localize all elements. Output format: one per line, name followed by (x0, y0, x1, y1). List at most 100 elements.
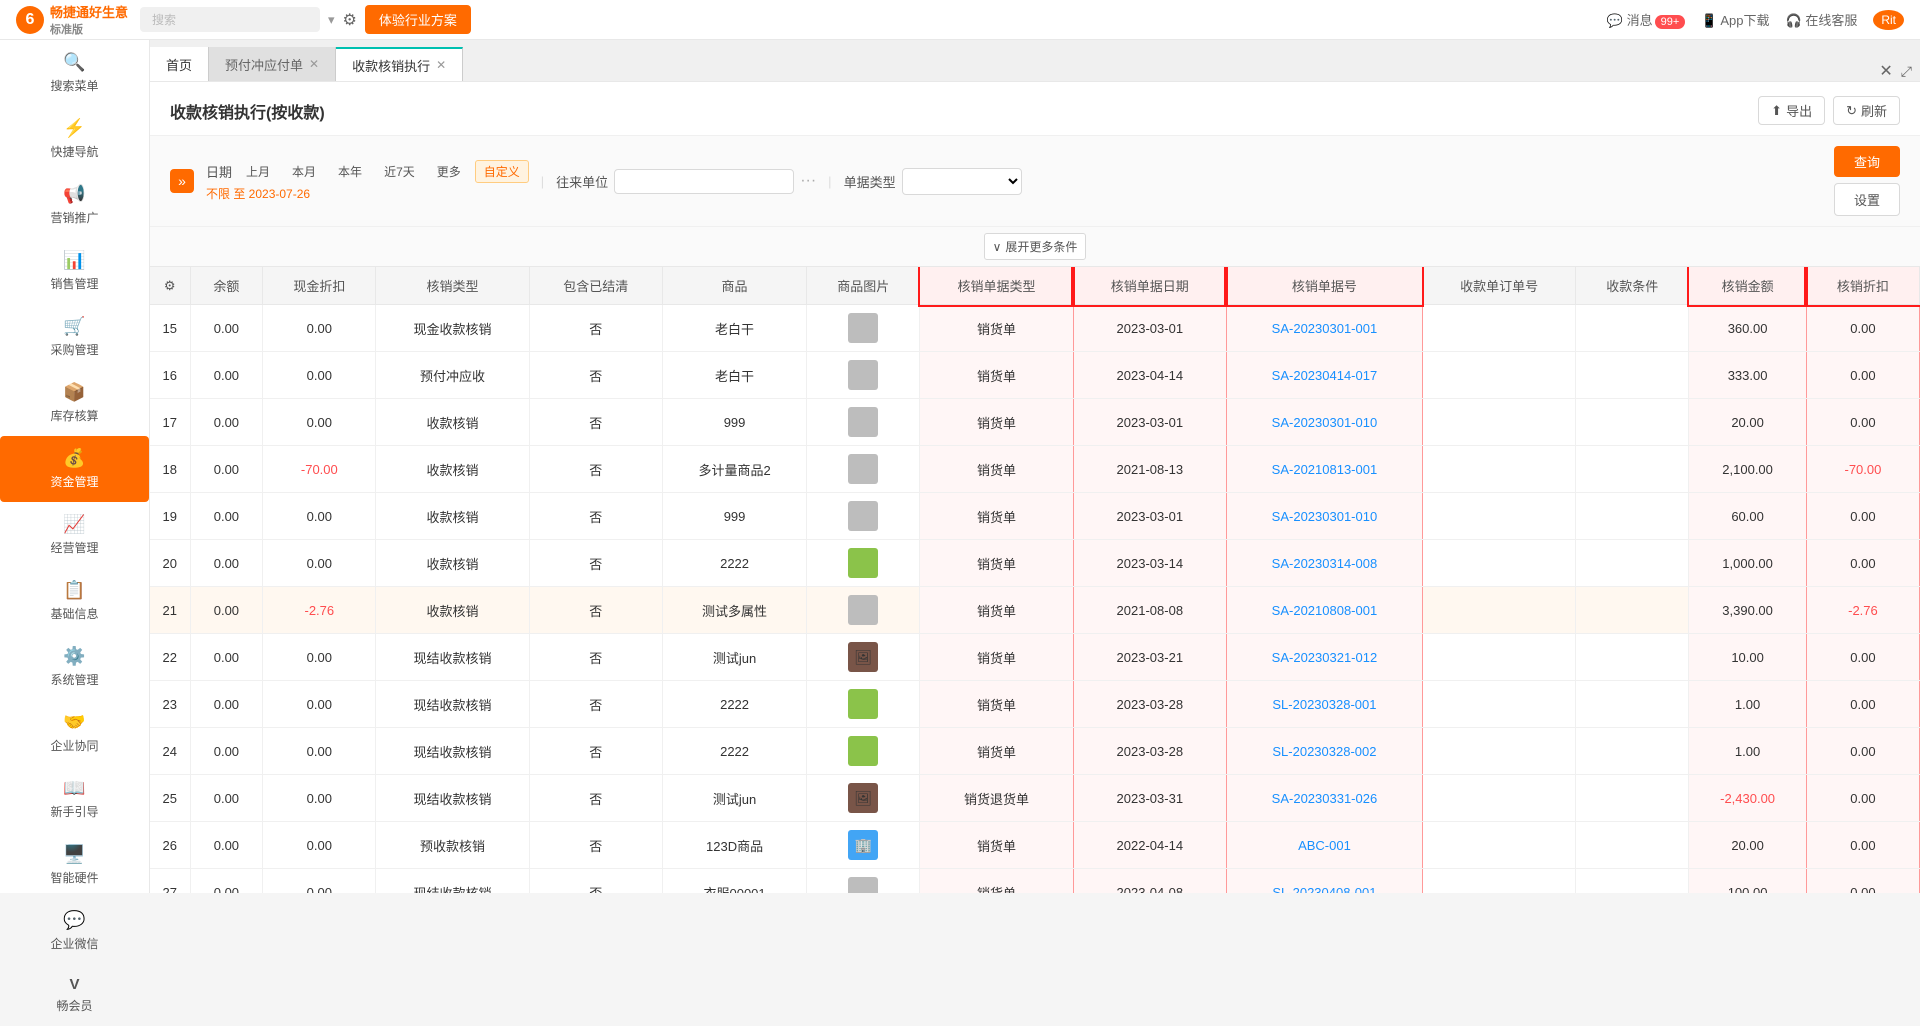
row-verify-type: 现结收款核销 (376, 775, 529, 822)
app-download-link[interactable]: 📱 App下载 (1701, 10, 1769, 29)
date-pill-7days[interactable]: 近7天 (376, 161, 423, 182)
query-button[interactable]: 查询 (1834, 146, 1900, 177)
row-product-image (807, 305, 920, 352)
settings-icon[interactable]: ⚙ (343, 10, 357, 30)
sidebar-item-marketing[interactable]: 📢 营销推广 (0, 172, 149, 238)
sidebar-item-purchase[interactable]: 🛒 采购管理 (0, 304, 149, 370)
row-verify-doc-type: 销货单 (920, 587, 1073, 634)
row-receipt-terms (1576, 305, 1689, 352)
tab-close-icon[interactable]: ✕ (436, 58, 446, 72)
filter-toggle-button[interactable]: » (170, 169, 194, 193)
page: 收款核销执行(按收款) ⬆ 导出 ↻ 刷新 » (150, 82, 1920, 893)
row-product: 老白干 (662, 352, 806, 399)
sidebar-item-guide[interactable]: 📖 新手引导 (0, 766, 149, 832)
table-row: 19 0.00 0.00 收款核销 否 999 销货单 2023-03-01 S… (150, 493, 1920, 540)
row-receipt-order-no (1422, 775, 1575, 822)
date-pill-more[interactable]: 更多 (429, 161, 469, 182)
logo-icon: 6 (16, 6, 44, 34)
window-close-icon[interactable]: ✕ (1879, 61, 1892, 81)
row-verify-doc-date: 2021-08-08 (1073, 587, 1226, 634)
row-verify-type: 预收款核销 (376, 822, 529, 869)
row-product-image: 🖼 (807, 634, 920, 681)
wechat-icon: 💬 (63, 910, 85, 931)
row-verify-amount: 1,000.00 (1689, 540, 1807, 587)
sidebar-item-finance[interactable]: 💰 资金管理 (0, 436, 149, 502)
date-pill-this-month[interactable]: 本月 (284, 161, 324, 182)
window-restore-icon[interactable]: ⤢ (1901, 63, 1912, 80)
row-balance: 0.00 (190, 540, 263, 587)
date-pill-custom[interactable]: 自定义 (475, 160, 529, 183)
row-included-cleared: 否 (529, 540, 662, 587)
top-bar: 6 畅捷通好生意 标准版 搜索 ▾ ⚙ 体验行业方案 💬 消息99+ 📱 App… (0, 0, 1920, 40)
page-header: 收款核销执行(按收款) ⬆ 导出 ↻ 刷新 (150, 82, 1920, 136)
row-verify-discount: -2.76 (1806, 587, 1919, 634)
sidebar-item-wechat[interactable]: 💬 企业微信 (0, 898, 149, 964)
counterparty-input[interactable] (614, 169, 794, 194)
sidebar-item-operations[interactable]: 📈 经营管理 (0, 502, 149, 568)
refresh-button[interactable]: ↻ 刷新 (1833, 96, 1900, 125)
tab-close-icon[interactable]: ✕ (309, 57, 319, 71)
user-avatar[interactable]: Rit (1873, 10, 1904, 30)
row-verify-doc-date: 2023-03-21 (1073, 634, 1226, 681)
th-settings[interactable]: ⚙ (150, 267, 190, 305)
basic-info-icon: 📋 (63, 580, 85, 601)
online-service-link[interactable]: 🎧 在线客服 (1786, 10, 1858, 29)
row-receipt-terms (1576, 634, 1689, 681)
sidebar-item-sales[interactable]: 📊 销售管理 (0, 238, 149, 304)
row-verify-doc-date: 2023-03-31 (1073, 775, 1226, 822)
tab-receipt-verify[interactable]: 收款核销执行 ✕ (336, 47, 463, 81)
row-receipt-terms (1576, 399, 1689, 446)
row-receipt-terms (1576, 775, 1689, 822)
row-cash-discount: 0.00 (263, 822, 376, 869)
sidebar-item-hardware[interactable]: 🖥️ 智能硬件 (0, 832, 149, 898)
row-product: 999 (662, 493, 806, 540)
sidebar-item-search[interactable]: 🔍 搜索菜单 (0, 40, 149, 106)
page-title: 收款核销执行(按收款) (170, 99, 325, 123)
top-bar-right: 💬 消息99+ 📱 App下载 🎧 在线客服 Rit (1607, 10, 1904, 30)
industry-solution-button[interactable]: 体验行业方案 (365, 5, 471, 34)
row-verify-type: 现结收款核销 (376, 728, 529, 775)
row-verify-doc-type: 销货单 (920, 352, 1073, 399)
sidebar-item-basic-info[interactable]: 📋 基础信息 (0, 568, 149, 634)
row-cash-discount: -70.00 (263, 446, 376, 493)
row-verify-doc-no: SA-20210808-001 (1226, 587, 1422, 634)
export-icon: ⬆ (1771, 103, 1782, 119)
row-verify-doc-no: SA-20230321-012 (1226, 634, 1422, 681)
sidebar-item-vip[interactable]: V 畅会员 (0, 964, 149, 1026)
settings-button[interactable]: 设置 (1834, 183, 1900, 216)
row-verify-doc-no: ABC-001 (1226, 822, 1422, 869)
counterparty-more-icon[interactable]: ··· (800, 172, 816, 190)
finance-icon: 💰 (63, 448, 85, 469)
expand-more-button[interactable]: ∨ 展开更多条件 (984, 233, 1087, 260)
date-pill-last-month[interactable]: 上月 (238, 161, 278, 182)
row-verify-doc-type: 销货单 (920, 305, 1073, 352)
sidebar-item-collab[interactable]: 🤝 企业协同 (0, 700, 149, 766)
message-icon[interactable]: 💬 消息99+ (1607, 10, 1686, 29)
row-verify-type: 预付冲应收 (376, 352, 529, 399)
sidebar-item-inventory[interactable]: 📦 库存核算 (0, 370, 149, 436)
row-verify-doc-type: 销货单 (920, 869, 1073, 894)
row-id: 22 (150, 634, 190, 681)
row-receipt-order-no (1422, 540, 1575, 587)
row-id: 27 (150, 869, 190, 894)
tab-home[interactable]: 首页 (150, 47, 209, 81)
sidebar-item-system[interactable]: ⚙️ 系统管理 (0, 634, 149, 700)
row-included-cleared: 否 (529, 634, 662, 681)
sidebar-item-label: 快捷导航 (50, 143, 98, 160)
row-id: 20 (150, 540, 190, 587)
row-verify-doc-no: SL-20230328-001 (1226, 681, 1422, 728)
row-cash-discount: 0.00 (263, 305, 376, 352)
row-cash-discount: 0.00 (263, 352, 376, 399)
global-search[interactable]: 搜索 (140, 7, 320, 32)
table-row: 23 0.00 0.00 现结收款核销 否 2222 销货单 2023-03-2… (150, 681, 1920, 728)
row-receipt-order-no (1422, 352, 1575, 399)
row-verify-doc-no: SA-20230314-008 (1226, 540, 1422, 587)
date-pill-this-year[interactable]: 本年 (330, 161, 370, 182)
doctype-select[interactable] (902, 168, 1022, 195)
dropdown-arrow-icon[interactable]: ▾ (328, 12, 335, 28)
row-balance: 0.00 (190, 728, 263, 775)
sidebar-item-quick-nav[interactable]: ⚡ 快捷导航 (0, 106, 149, 172)
export-button[interactable]: ⬆ 导出 (1758, 96, 1825, 125)
row-included-cleared: 否 (529, 728, 662, 775)
tab-prepayment[interactable]: 预付冲应付单 ✕ (209, 47, 336, 81)
